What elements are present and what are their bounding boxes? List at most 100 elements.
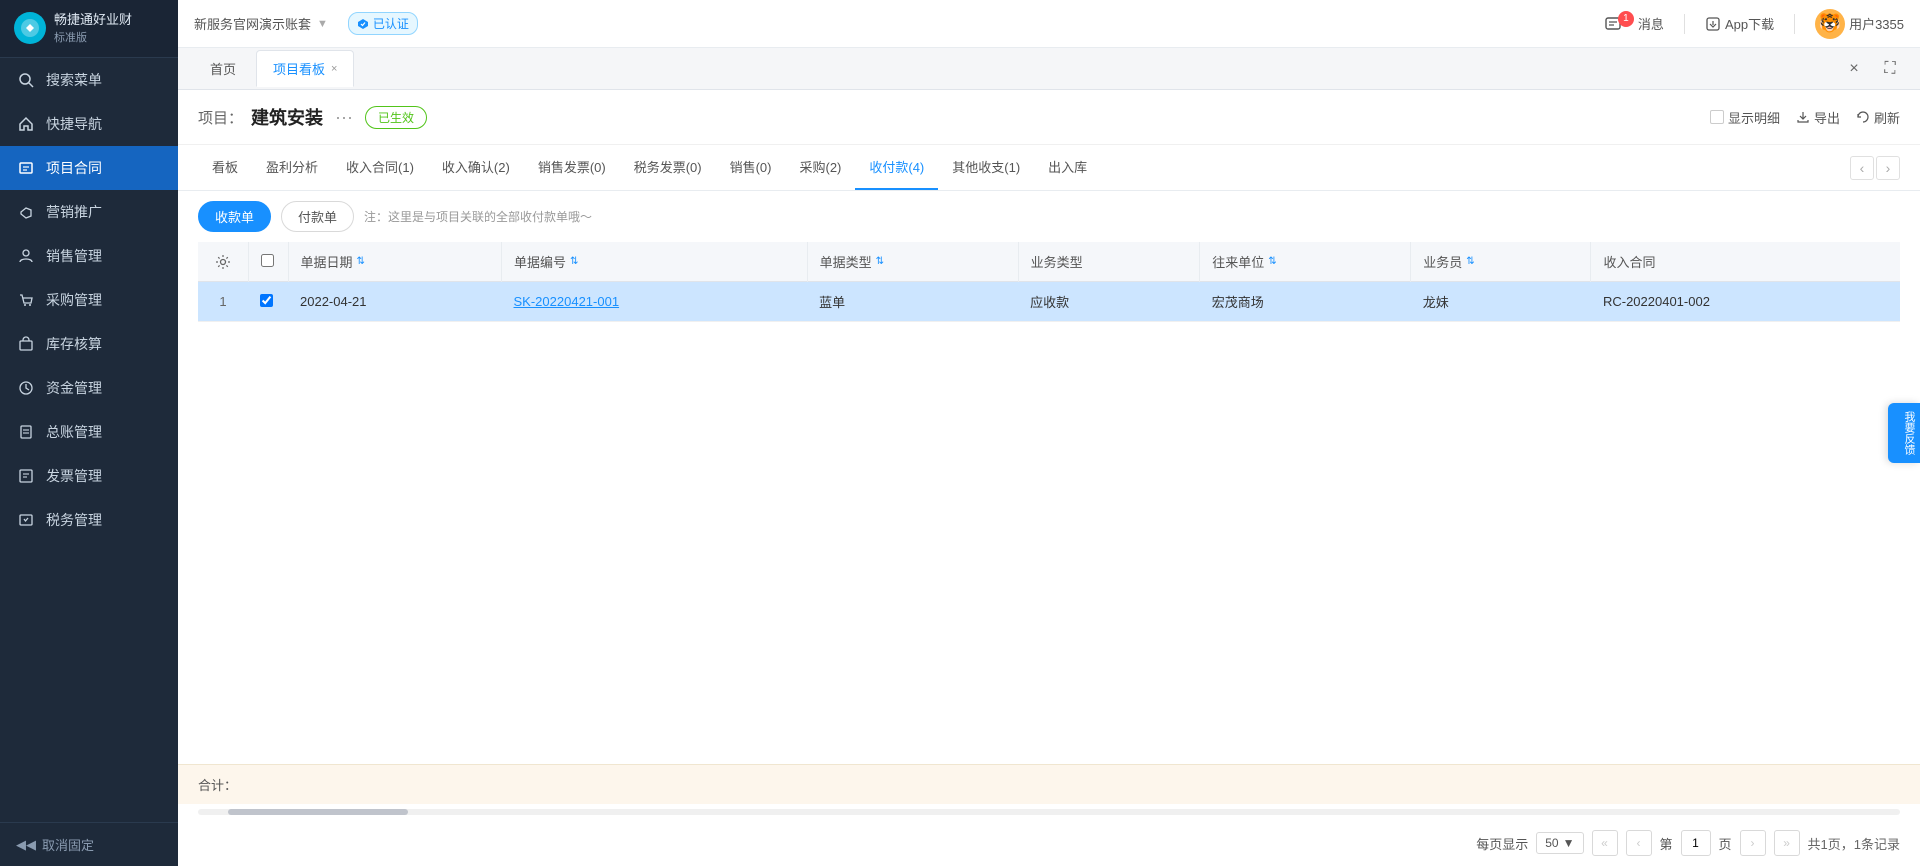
sub-tabs-prev-btn[interactable]: ‹ — [1850, 156, 1874, 180]
refresh-btn[interactable]: 刷新 — [1856, 108, 1900, 127]
th-settings[interactable] — [198, 242, 248, 282]
sub-tab-payment[interactable]: 收付款(4) — [855, 145, 938, 190]
tax-icon — [16, 510, 36, 530]
th-biz-type: 业务类型 — [1018, 242, 1200, 282]
sort-icon: ⇅ — [570, 256, 578, 267]
verified-text: 已认证 — [373, 15, 409, 32]
sidebar-item-label: 采购管理 — [46, 290, 102, 310]
user-label: 用户3355 — [1849, 14, 1904, 33]
account-chevron-icon: ▼ — [317, 18, 328, 30]
horizontal-scrollbar[interactable] — [178, 804, 1920, 820]
marketing-icon — [16, 202, 36, 222]
sub-tab-inventory[interactable]: 出入库 — [1034, 145, 1101, 190]
pagination-next-btn[interactable]: › — [1740, 830, 1766, 856]
th-type[interactable]: 单据类型 ⇅ — [807, 242, 1018, 282]
show-detail-checkbox[interactable]: 显示明细 — [1710, 108, 1780, 127]
row-number-link[interactable]: SK-20220421-001 — [514, 294, 620, 309]
app-download-btn[interactable]: App下载 — [1705, 14, 1774, 33]
project-title: 项目： 建筑安装 — [198, 104, 323, 130]
row-number[interactable]: SK-20220421-001 — [502, 282, 808, 322]
sidebar-item-sales[interactable]: 销售管理 — [0, 234, 178, 278]
pagination-first-btn[interactable]: « — [1592, 830, 1618, 856]
sidebar-item-invoice[interactable]: 发票管理 — [0, 454, 178, 498]
page-size-select[interactable]: 50 ▼ — [1536, 832, 1583, 854]
sidebar-item-label: 销售管理 — [46, 246, 102, 266]
home-icon — [16, 114, 36, 134]
account-selector[interactable]: 新服务官网演示账套 ▼ — [194, 14, 328, 33]
sidebar-item-tax[interactable]: 税务管理 — [0, 498, 178, 542]
cancel-pin-label: 取消固定 — [42, 835, 94, 854]
filter-bar: 收款单 付款单 注：这里是与项目关联的全部收付款单哦～ — [178, 191, 1920, 242]
close-window-btn[interactable]: × — [1840, 55, 1868, 83]
sub-tab-income-confirm[interactable]: 收入确认(2) — [428, 145, 524, 190]
maximize-window-btn[interactable]: ⛶ — [1876, 55, 1904, 83]
divider — [1684, 14, 1685, 34]
content-area: 项目： 建筑安装 ··· 已生效 显示明细 导出 刷新 — [178, 90, 1920, 866]
inventory-icon — [16, 334, 36, 354]
sub-tab-income-contract[interactable]: 收入合同(1) — [332, 145, 428, 190]
sidebar-item-label: 营销推广 — [46, 202, 102, 222]
total-pages-text: 共1页，1条记录 — [1808, 834, 1900, 853]
sub-tab-purchase[interactable]: 采购(2) — [785, 145, 855, 190]
sort-icon: ⇅ — [1268, 256, 1276, 267]
receipt-filter-btn[interactable]: 收款单 — [198, 201, 271, 232]
project-more-btn[interactable]: ··· — [335, 107, 353, 128]
export-btn[interactable]: 导出 — [1796, 108, 1840, 127]
sub-tab-sales[interactable]: 销售(0) — [716, 145, 786, 190]
show-detail-label: 显示明细 — [1728, 108, 1780, 127]
topbar: 新服务官网演示账套 ▼ 已认证 1 消息 App下载 🐯 用户3355 — [178, 0, 1920, 48]
sidebar-item-label: 资金管理 — [46, 378, 102, 398]
user-btn[interactable]: 🐯 用户3355 — [1815, 9, 1904, 39]
sidebar-item-label: 税务管理 — [46, 510, 102, 530]
refresh-label: 刷新 — [1874, 108, 1900, 127]
ledger-icon — [16, 422, 36, 442]
row-partner: 宏茂商场 — [1200, 282, 1411, 322]
sidebar-item-label: 发票管理 — [46, 466, 102, 486]
sidebar-logo: 畅捷通好业财 标准版 — [0, 0, 178, 58]
sort-icon: ⇅ — [357, 256, 365, 267]
sub-tab-kanban[interactable]: 看板 — [198, 145, 252, 190]
user-avatar: 🐯 — [1815, 9, 1845, 39]
pagination-prev-btn[interactable]: ‹ — [1626, 830, 1652, 856]
sidebar-item-finance[interactable]: 资金管理 — [0, 366, 178, 410]
sub-tab-sales-invoice[interactable]: 销售发票(0) — [524, 145, 620, 190]
sub-tabs-next-btn[interactable]: › — [1876, 156, 1900, 180]
scroll-thumb[interactable] — [228, 809, 408, 815]
page-label: 第 — [1660, 834, 1673, 853]
message-btn[interactable]: 1 消息 — [1604, 14, 1664, 33]
th-checkbox[interactable] — [248, 242, 288, 282]
page-number-input[interactable] — [1681, 830, 1711, 856]
sidebar-item-purchase[interactable]: 采购管理 — [0, 278, 178, 322]
verified-badge: 已认证 — [348, 12, 418, 35]
tab-close-icon[interactable]: × — [331, 63, 337, 75]
page-size-chevron-icon: ▼ — [1563, 836, 1575, 850]
th-number[interactable]: 单据编号 ⇅ — [502, 242, 808, 282]
sidebar-item-inventory[interactable]: 库存核算 — [0, 322, 178, 366]
sidebar-item-label: 总账管理 — [46, 422, 102, 442]
row-checkbox[interactable] — [248, 282, 288, 322]
th-contract: 收入合同 — [1591, 242, 1900, 282]
select-all-checkbox[interactable] — [261, 254, 274, 267]
sub-tab-tax-invoice[interactable]: 税务发票(0) — [620, 145, 716, 190]
sidebar-item-search[interactable]: 搜索菜单 — [0, 58, 178, 102]
data-table: 单据日期 ⇅ 单据编号 ⇅ 单据类型 — [198, 242, 1900, 322]
tab-home[interactable]: 首页 — [194, 51, 252, 86]
table-row[interactable]: 1 2022-04-21 SK-20220421-001 蓝单 应收款 宏茂商场… — [198, 282, 1900, 322]
cancel-pin-btn[interactable]: ◀◀ 取消固定 — [0, 822, 178, 866]
tab-project-board[interactable]: 项目看板 × — [256, 50, 354, 87]
sidebar-item-nav[interactable]: 快捷导航 — [0, 102, 178, 146]
sidebar-item-marketing[interactable]: 营销推广 — [0, 190, 178, 234]
th-date[interactable]: 单据日期 ⇅ — [288, 242, 502, 282]
sub-tab-other[interactable]: 其他收支(1) — [938, 145, 1034, 190]
sidebar-item-project[interactable]: 项目合同 — [0, 146, 178, 190]
page-size-label: 每页显示 — [1476, 834, 1528, 853]
sidebar-item-ledger[interactable]: 总账管理 — [0, 410, 178, 454]
row-select-checkbox[interactable] — [260, 294, 273, 307]
sub-tab-profit[interactable]: 盈利分析 — [252, 145, 332, 190]
th-salesperson[interactable]: 业务员 ⇅ — [1411, 242, 1591, 282]
payment-filter-btn[interactable]: 付款单 — [281, 201, 354, 232]
feedback-btn[interactable]: 我要反馈 — [1888, 403, 1920, 463]
pagination-last-btn[interactable]: » — [1774, 830, 1800, 856]
tabs-bar: 首页 项目看板 × × ⛶ — [178, 48, 1920, 90]
th-partner[interactable]: 往来单位 ⇅ — [1200, 242, 1411, 282]
